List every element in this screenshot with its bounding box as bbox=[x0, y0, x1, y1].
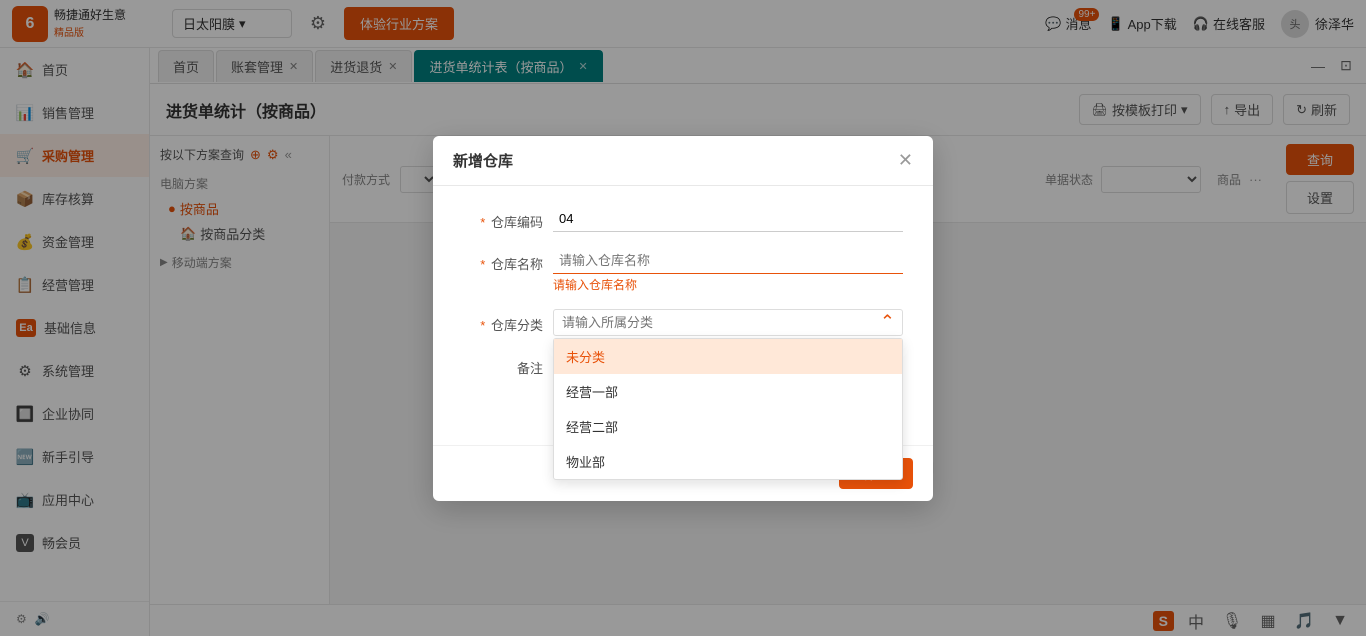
modal-overlay: 新增仓库 ✕ * 仓库编码 * 仓库名称 bbox=[0, 0, 1366, 636]
category-input[interactable] bbox=[553, 309, 903, 336]
name-form-row: * 仓库名称 请输入仓库名称 bbox=[463, 248, 903, 293]
category-dropdown: 未分类 经营一部 经营二部 物业部 bbox=[553, 338, 903, 480]
add-warehouse-modal: 新增仓库 ✕ * 仓库编码 * 仓库名称 bbox=[433, 136, 933, 501]
code-field-label: 仓库编码 bbox=[491, 215, 543, 230]
warehouse-code-input[interactable] bbox=[553, 206, 903, 232]
dropdown-item-uncategorized[interactable]: 未分类 bbox=[554, 339, 902, 374]
dropdown-item-property[interactable]: 物业部 bbox=[554, 444, 902, 479]
name-error-message: 请输入仓库名称 bbox=[553, 276, 903, 293]
modal-title: 新增仓库 bbox=[453, 150, 513, 171]
category-field-label: 仓库分类 bbox=[491, 318, 543, 333]
code-form-row: * 仓库编码 bbox=[463, 206, 903, 232]
category-dropdown-arrow[interactable]: ⌃ bbox=[880, 312, 895, 333]
modal-close-button[interactable]: ✕ bbox=[898, 150, 913, 171]
modal-body: * 仓库编码 * 仓库名称 请输入仓库名称 bbox=[433, 186, 933, 445]
dropdown-item-dept2[interactable]: 经营二部 bbox=[554, 409, 902, 444]
warehouse-name-input[interactable] bbox=[553, 248, 903, 274]
category-form-row: * 仓库分类 ⌃ 未分类 经营一部 经营二部 物业部 bbox=[463, 309, 903, 336]
note-field-label: 备注 bbox=[517, 361, 543, 376]
modal-header: 新增仓库 ✕ bbox=[433, 136, 933, 186]
dropdown-item-dept1[interactable]: 经营一部 bbox=[554, 374, 902, 409]
name-field-label: 仓库名称 bbox=[491, 257, 543, 272]
